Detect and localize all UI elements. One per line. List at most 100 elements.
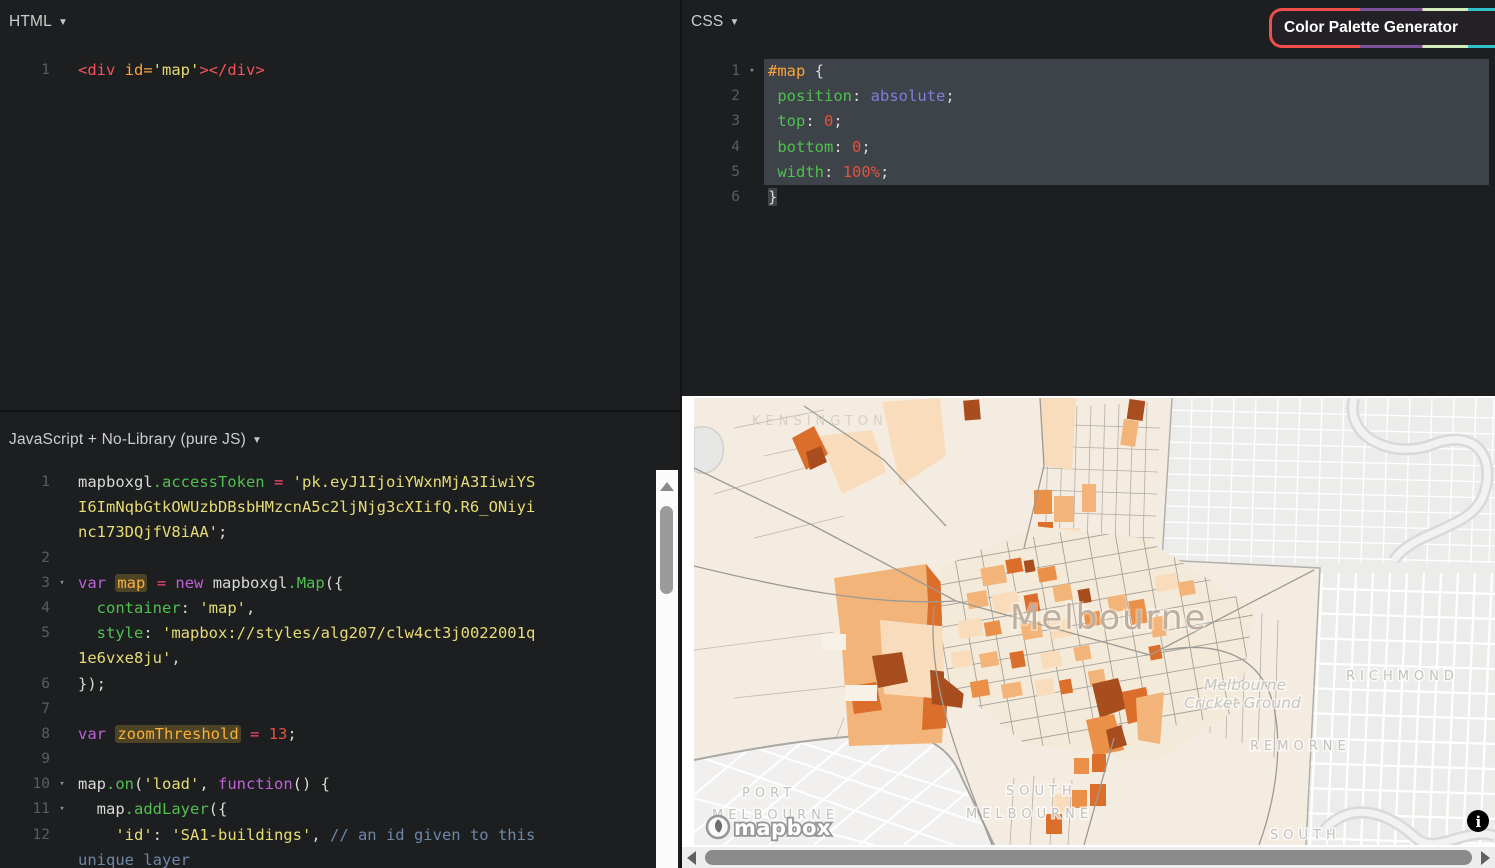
map-preview[interactable]: KENSINGTON Melbourne Melbourne Cricket G… — [694, 398, 1495, 845]
line-number — [0, 495, 50, 520]
code-line[interactable]: 12 'id': 'SA1-buildings', // an id given… — [0, 823, 654, 848]
result-horizontal-scrollbar[interactable] — [682, 847, 1495, 868]
code-text: 'id': 'SA1-buildings', // an id given to… — [115, 825, 536, 844]
fold-gutter — [740, 185, 764, 210]
fold-arrow-icon[interactable]: ▾ — [50, 797, 74, 822]
code-line[interactable]: 10 ▾ map.on('load', function() { — [0, 772, 654, 797]
mapbox-logo[interactable]: mapbox — [705, 814, 832, 842]
code-line[interactable]: 3 top: 0; — [682, 109, 1489, 135]
fold-gutter — [50, 470, 74, 495]
fold-gutter — [50, 646, 74, 671]
line-number: 1 — [41, 474, 50, 490]
fold-gutter — [50, 697, 74, 722]
js-scrollbar-thumb[interactable] — [660, 506, 673, 594]
map-label-mcg-line2: Cricket Ground — [1184, 694, 1301, 712]
js-panel-header[interactable]: JavaScript + No-Library (pure JS) ▼ — [0, 412, 680, 449]
code-line[interactable]: unique layer — [0, 848, 654, 868]
code-line[interactable]: 1 <div id='map'></div> — [0, 58, 680, 83]
map-label-south-melbourne-line1: SOUTH — [1006, 784, 1077, 799]
line-number: 1 — [41, 62, 50, 78]
fold-gutter — [50, 596, 74, 621]
color-palette-generator-button[interactable]: Color Palette Generator — [1269, 8, 1495, 48]
fold-arrow-icon[interactable]: ▾ — [50, 772, 74, 797]
js-editor-scrollbar[interactable] — [656, 470, 678, 868]
code-text: map.addLayer({ — [78, 800, 228, 819]
attribution-info-button[interactable]: i — [1467, 810, 1489, 832]
line-number: 8 — [41, 725, 50, 742]
code-line[interactable]: 4 bottom: 0; — [682, 134, 1489, 160]
code-line[interactable]: 11 ▾ map.addLayer({ — [0, 797, 654, 822]
map-label-mcg-line1: Melbourne — [1204, 676, 1286, 694]
code-line[interactable]: 8 var zoomThreshold = 13; — [0, 722, 654, 747]
chevron-down-icon: ▼ — [729, 17, 740, 28]
code-line[interactable]: 4 container: 'map', — [0, 596, 654, 621]
code-text: }); — [78, 674, 106, 693]
map-label-kensington: KENSINGTON — [752, 414, 888, 429]
code-line[interactable]: 9 — [0, 747, 654, 772]
mapbox-map-canvas[interactable]: KENSINGTON Melbourne Melbourne Cricket G… — [694, 398, 1495, 845]
horizontal-panel-divider[interactable] — [0, 410, 680, 412]
result-scrollbar-thumb[interactable] — [705, 850, 1472, 865]
fold-arrow-icon[interactable]: ▾ — [740, 59, 764, 84]
code-text: #map { — [764, 59, 1489, 85]
fold-gutter — [50, 520, 74, 545]
chevron-down-icon: ▼ — [58, 17, 69, 28]
code-line[interactable]: 5 style: 'mapbox://styles/alg207/clw4ct3… — [0, 621, 654, 646]
line-number: 6 — [731, 188, 740, 205]
line-number: 1 — [731, 63, 740, 79]
code-text: width: 100%; — [764, 159, 1489, 185]
line-number: 7 — [41, 700, 50, 717]
html-code-editor[interactable]: 1 <div id='map'></div> — [0, 58, 680, 410]
scroll-up-arrow-icon[interactable] — [660, 482, 674, 491]
code-text: 1e6vxe8ju', — [78, 649, 181, 668]
mapbox-logo-text: mapbox — [734, 816, 831, 840]
code-text: top: 0; — [764, 109, 1489, 135]
js-panel-title: JavaScript + No-Library (pure JS) — [9, 431, 247, 448]
code-line[interactable]: 6} — [682, 185, 1489, 210]
code-text: bottom: 0; — [764, 134, 1489, 160]
code-line[interactable]: 2 — [0, 546, 654, 571]
line-number: 3 — [731, 113, 740, 130]
code-line[interactable]: 1 mapboxgl.accessToken = 'pk.eyJ1IjoiYWxn… — [0, 470, 654, 495]
line-number — [0, 646, 50, 671]
result-preview-panel: KENSINGTON Melbourne Melbourne Cricket G… — [682, 396, 1495, 868]
code-text: } — [768, 187, 778, 206]
code-line[interactable]: 5 width: 100%; — [682, 159, 1489, 185]
line-number: 3 — [41, 574, 50, 591]
map-label-south-yarra-line1: SOUTH — [1270, 828, 1341, 843]
code-line[interactable]: 3 ▾ var map = new mapboxgl.Map({ — [0, 571, 654, 596]
code-text: var map = new mapboxgl.Map({ — [78, 573, 344, 592]
scroll-left-arrow-icon[interactable] — [687, 851, 696, 865]
line-number: 11 — [32, 801, 50, 818]
code-line[interactable]: I6ImNqbGtkOWUzbDBsbHMzcnA5c2ljNjg3cXIifQ… — [0, 495, 654, 520]
fold-gutter — [50, 546, 74, 571]
line-number: 4 — [41, 599, 50, 616]
line-number: 5 — [731, 163, 740, 180]
code-line[interactable]: nc173DQjfV8iAA'; — [0, 520, 654, 545]
fold-gutter — [740, 160, 764, 185]
color-palette-generator-label: Color Palette Generator — [1272, 11, 1495, 45]
code-text: mapboxgl.accessToken = 'pk.eyJ1IjoiYWxnM… — [78, 473, 536, 491]
line-number — [0, 520, 50, 545]
fold-arrow-icon[interactable]: ▾ — [50, 571, 74, 596]
code-line[interactable]: 2 position: absolute; — [682, 84, 1489, 110]
code-line[interactable]: 7 — [0, 697, 654, 722]
fold-gutter — [50, 672, 74, 697]
code-line[interactable]: 6}); — [0, 672, 654, 697]
html-panel-header[interactable]: HTML ▼ — [0, 0, 680, 31]
line-number: 9 — [41, 751, 50, 768]
line-number: 6 — [41, 675, 50, 692]
css-code-editor[interactable]: 1 ▾ #map {2 position: absolute; 3 top: 0; 4 … — [682, 59, 1489, 396]
scroll-right-arrow-icon[interactable] — [1481, 851, 1490, 865]
map-label-port-melbourne-line1: PORT — [742, 786, 796, 801]
code-text: style: 'mapbox://styles/alg207/clw4ct3j0… — [96, 624, 536, 643]
code-line[interactable]: 1e6vxe8ju', — [0, 646, 654, 671]
fold-gutter — [50, 722, 74, 747]
fold-gutter — [50, 621, 74, 646]
js-code-editor[interactable]: 1 mapboxgl.accessToken = 'pk.eyJ1IjoiYWxn… — [0, 470, 654, 868]
line-number: 2 — [731, 88, 740, 105]
js-editor-panel: JavaScript + No-Library (pure JS) ▼ 1 mapb… — [0, 412, 680, 868]
fold-gutter — [50, 747, 74, 772]
code-line[interactable]: 1 ▾ #map { — [682, 59, 1489, 85]
